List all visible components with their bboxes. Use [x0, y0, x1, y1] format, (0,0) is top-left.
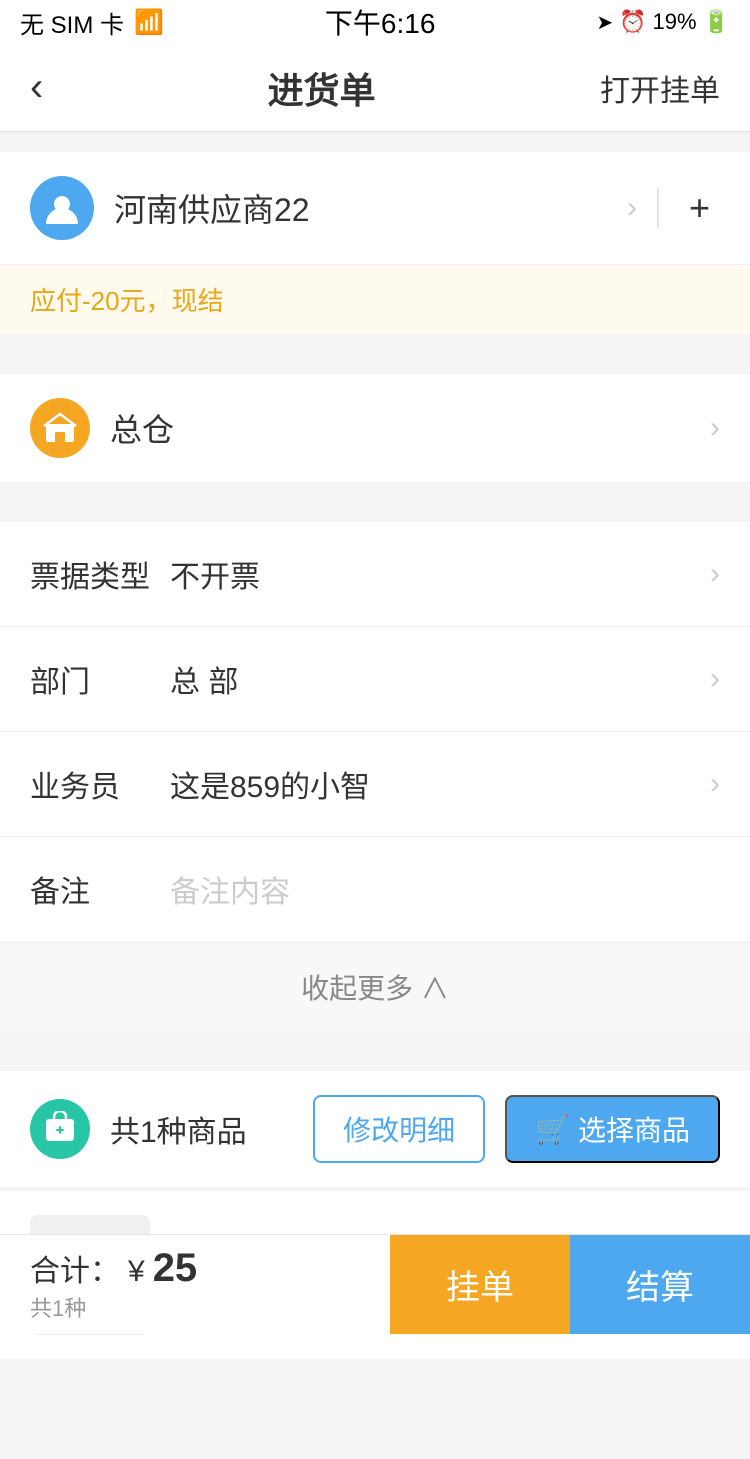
products-divider: [0, 1187, 750, 1189]
footer: 合计： ¥ 25 共1种 挂单 结算: [0, 1234, 750, 1334]
back-button[interactable]: ‹: [30, 65, 43, 110]
invoice-chevron-icon: ›: [710, 557, 720, 591]
supplier-name: 河南供应商22: [114, 185, 627, 231]
hang-button[interactable]: 挂单: [390, 1235, 570, 1334]
total-label: 合计：: [30, 1246, 120, 1290]
warehouse-icon: [30, 398, 90, 458]
total-prefix: ¥: [128, 1255, 145, 1289]
collapse-label: 收起更多 ∧: [301, 973, 449, 1004]
dept-chevron-icon: ›: [710, 662, 720, 696]
invoice-label: 票据类型: [30, 552, 150, 596]
section-gap-1: [0, 132, 750, 152]
alarm-icon: ⏰: [619, 9, 646, 35]
supplier-avatar: [30, 176, 94, 240]
collapse-bar[interactable]: 收起更多 ∧: [0, 943, 750, 1031]
total-amount: 25: [153, 1246, 198, 1291]
battery-text: 19%: [653, 9, 697, 35]
invoice-value: 不开票: [150, 552, 710, 596]
nav-bar: ‹ 进货单 打开挂单: [0, 44, 750, 132]
select-product-icon: 🛒: [535, 1113, 570, 1146]
warehouse-section: 总仓 ›: [0, 374, 750, 482]
dept-row[interactable]: 部门 总 部 ›: [0, 627, 750, 732]
products-header: 共1种商品 修改明细 🛒 选择商品: [0, 1071, 750, 1187]
dept-label: 部门: [30, 657, 150, 701]
select-product-button[interactable]: 🛒 选择商品: [505, 1095, 720, 1163]
form-section: 票据类型 不开票 › 部门 总 部 › 业务员 这是859的小智 › 备注 备注…: [0, 522, 750, 941]
notice-text: 应付-20元，现结: [30, 286, 224, 316]
sales-label: 业务员: [30, 762, 150, 806]
section-gap-3: [0, 482, 750, 502]
remark-row[interactable]: 备注 备注内容: [0, 837, 750, 941]
wifi-icon: 📶: [134, 8, 164, 37]
footer-total-main: 合计： ¥ 25: [30, 1246, 360, 1291]
add-supplier-button[interactable]: +: [679, 187, 720, 229]
supplier-section: 河南供应商22 › + 应付-20元，现结: [0, 152, 750, 334]
warehouse-row[interactable]: 总仓 ›: [0, 374, 750, 482]
location-icon: ➤: [596, 10, 613, 35]
remark-label: 备注: [30, 867, 150, 911]
invoice-row[interactable]: 票据类型 不开票 ›: [0, 522, 750, 627]
status-time: 下午6:16: [325, 2, 436, 42]
section-gap-2: [0, 334, 750, 354]
products-count: 共1种商品: [110, 1107, 293, 1151]
remark-placeholder[interactable]: 备注内容: [150, 867, 720, 911]
footer-total: 合计： ¥ 25 共1种: [0, 1235, 390, 1334]
hang-label: 挂单: [446, 1260, 514, 1309]
notice-bar: 应付-20元，现结: [0, 265, 750, 334]
supplier-divider: [657, 188, 659, 228]
select-product-label: 选择商品: [578, 1109, 690, 1149]
products-icon: [30, 1099, 90, 1159]
battery-icon: 🔋: [703, 9, 730, 35]
supplier-chevron-icon: ›: [627, 191, 637, 225]
sales-row[interactable]: 业务员 这是859的小智 ›: [0, 732, 750, 837]
status-right: ➤ ⏰ 19% 🔋: [596, 9, 730, 35]
open-hang-button[interactable]: 打开挂单: [600, 66, 720, 110]
warehouse-name: 总仓: [110, 405, 710, 451]
status-bar: 无 SIM 卡 📶 下午6:16 ➤ ⏰ 19% 🔋: [0, 0, 750, 44]
sales-chevron-icon: ›: [710, 767, 720, 801]
footer-total-sub: 共1种: [30, 1291, 360, 1323]
sales-value: 这是859的小智: [150, 762, 710, 806]
section-gap-4: [0, 1031, 750, 1051]
settle-label: 结算: [626, 1260, 694, 1309]
settle-button[interactable]: 结算: [570, 1235, 750, 1334]
edit-detail-button[interactable]: 修改明细: [313, 1095, 485, 1163]
supplier-row[interactable]: 河南供应商22 › +: [0, 152, 750, 265]
carrier-text: 无 SIM 卡: [20, 5, 124, 40]
footer-placeholder: [0, 1359, 750, 1459]
warehouse-chevron-icon: ›: [710, 411, 720, 445]
page-title: 进货单: [268, 62, 376, 114]
dept-value: 总 部: [150, 657, 710, 701]
status-left: 无 SIM 卡 📶: [20, 5, 164, 40]
